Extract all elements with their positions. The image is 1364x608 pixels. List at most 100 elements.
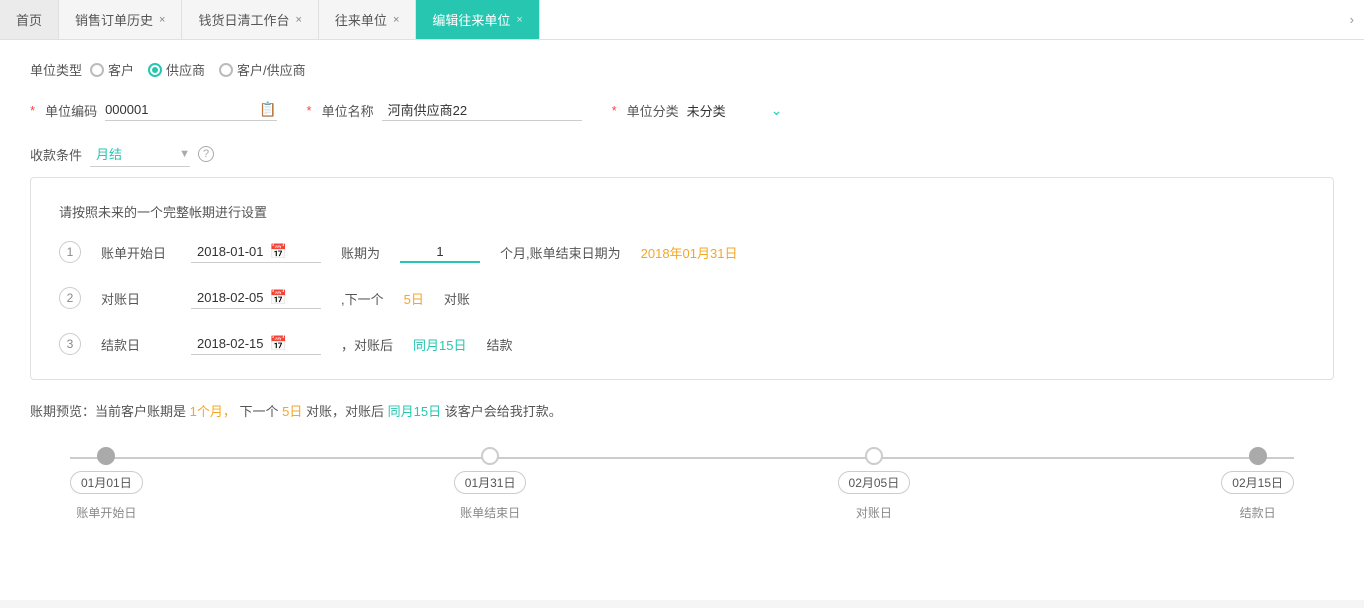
tab-more-button[interactable]: ›	[1340, 0, 1364, 39]
preview-period: 1个月，	[190, 404, 236, 419]
cat-required: *	[612, 103, 617, 118]
radio-group: 客户 供应商 客户/供应商	[90, 60, 306, 79]
close-icon[interactable]: ×	[393, 14, 399, 26]
step-1-desc-suffix: 个月,账单结束日期为	[500, 243, 621, 262]
tab-cash-work[interactable]: 钱货日清工作台 ×	[182, 0, 318, 39]
payment-row: 收款条件 月结 ▼ ?	[30, 141, 1334, 167]
step-3-desc-suffix: 结款	[486, 335, 512, 354]
code-group: * 单位编码 📋	[30, 99, 277, 121]
timeline-tag-0: 01月01日	[70, 471, 143, 494]
code-label: 单位编码	[45, 101, 97, 120]
close-icon[interactable]: ×	[295, 14, 301, 26]
name-label: 单位名称	[322, 101, 374, 120]
name-input[interactable]	[382, 99, 582, 121]
step-3-desc-prefix: ，对账后	[341, 335, 393, 354]
preview-payment-day: 同月15日	[388, 404, 441, 419]
step-3-label: 结款日	[101, 335, 171, 354]
category-select[interactable]: 未分类 ⌄	[687, 101, 783, 120]
tab-home-label: 首页	[16, 10, 42, 29]
preview-reconcile-after: 对账，对账后	[306, 404, 384, 419]
step-1-end-date: 2018年01月31日	[641, 243, 738, 262]
step-3-date-wrap: 2018-02-15 📅	[191, 333, 321, 355]
step-1-label: 账单开始日	[101, 243, 171, 262]
timeline-dot-3	[1249, 447, 1267, 465]
payment-label: 收款条件	[30, 145, 82, 164]
preview-mid: 下一个	[240, 404, 279, 419]
period-input[interactable]	[400, 242, 480, 263]
calendar-icon-1[interactable]: 📅	[270, 243, 287, 260]
timeline-nodes: 01月01日 账单开始日 01月31日 账单结束日 02月05日 对账日 02月…	[70, 447, 1294, 521]
dropdown-arrow-icon: ▼	[179, 148, 190, 160]
copy-icon[interactable]: 📋	[259, 101, 276, 118]
step-2-desc-prefix: ,下一个	[341, 289, 384, 308]
close-icon[interactable]: ×	[516, 14, 522, 26]
timeline-node-3: 02月15日 结款日	[1221, 447, 1294, 521]
timeline-dot-2	[865, 447, 883, 465]
unit-type-label: 单位类型	[30, 60, 82, 79]
step-2-date-wrap: 2018-02-05 📅	[191, 287, 321, 309]
category-value: 未分类	[687, 101, 767, 120]
preview-prefix: 账期预览：当前客户账期是	[30, 404, 186, 419]
step-3-num: 3	[59, 333, 81, 355]
payment-group: 收款条件 月结 ▼ ?	[30, 141, 214, 167]
tab-home[interactable]: 首页	[0, 0, 59, 39]
tab-edit-partner[interactable]: 编辑往来单位 ×	[416, 0, 539, 39]
step-3-highlight2: 同月15日	[413, 335, 466, 354]
close-icon[interactable]: ×	[159, 14, 165, 26]
calendar-icon-2[interactable]: 📅	[270, 289, 287, 306]
tab-partner-label: 往来单位	[335, 10, 387, 29]
help-icon[interactable]: ?	[198, 146, 214, 162]
unit-type-row: 单位类型 客户 供应商 客户/供应商	[30, 60, 1334, 79]
tab-bar: 首页 销售订单历史 × 钱货日清工作台 × 往来单位 × 编辑往来单位 × ›	[0, 0, 1364, 40]
category-group: * 单位分类 未分类 ⌄	[612, 101, 783, 120]
radio-supplier-label: 供应商	[166, 60, 205, 79]
radio-circle-supplier	[148, 63, 162, 77]
timeline-tag-3: 02月15日	[1221, 471, 1294, 494]
step-1-date-wrap: 2018-01-01 📅	[191, 241, 321, 263]
timeline: 01月01日 账单开始日 01月31日 账单结束日 02月05日 对账日 02月…	[30, 447, 1334, 521]
name-required: *	[307, 103, 312, 118]
timeline-node-1: 01月31日 账单结束日	[454, 447, 527, 521]
radio-supplier[interactable]: 供应商	[148, 60, 205, 79]
step-1-date: 2018-01-01	[197, 244, 264, 259]
radio-circle-customer	[90, 63, 104, 77]
step-2-label: 对账日	[101, 289, 171, 308]
tab-sales-history[interactable]: 销售订单历史 ×	[59, 0, 182, 39]
radio-customer[interactable]: 客户	[90, 60, 134, 79]
step-1-desc-prefix: 账期为	[341, 243, 380, 262]
step-1-row: 1 账单开始日 2018-01-01 📅 账期为 个月,账单结束日期为 2018…	[59, 241, 1305, 263]
timeline-sub-2: 对账日	[856, 504, 892, 521]
tab-edit-partner-label: 编辑往来单位	[432, 10, 510, 29]
radio-both-label: 客户/供应商	[237, 60, 306, 79]
payment-dropdown[interactable]: 月结 ▼	[90, 141, 190, 167]
step-1-num: 1	[59, 241, 81, 263]
preview-section: 账期预览：当前客户账期是 1个月， 下一个 5日 对账，对账后 同月15日 该客…	[30, 400, 1334, 423]
timeline-dot-0	[97, 447, 115, 465]
timeline-sub-1: 账单结束日	[460, 504, 520, 521]
page-content: 单位类型 客户 供应商 客户/供应商 * 单位编码	[0, 40, 1364, 600]
timeline-dot-1	[481, 447, 499, 465]
preview-suffix: 该客户会给我打款。	[445, 404, 562, 419]
radio-circle-both	[219, 63, 233, 77]
timeline-sub-3: 结款日	[1240, 504, 1276, 521]
code-required: *	[30, 103, 35, 118]
period-section: 请按照未来的一个完整帐期进行设置 1 账单开始日 2018-01-01 📅 账期…	[30, 177, 1334, 380]
name-group: * 单位名称	[307, 99, 582, 121]
step-3-date: 2018-02-15	[197, 336, 264, 351]
code-name-cat-row: * 单位编码 📋 * 单位名称 * 单位分类 未分类 ⌄	[30, 99, 1334, 121]
radio-both[interactable]: 客户/供应商	[219, 60, 306, 79]
category-label: 单位分类	[627, 101, 679, 120]
calendar-icon-3[interactable]: 📅	[270, 335, 287, 352]
timeline-tag-1: 01月31日	[454, 471, 527, 494]
step-3-row: 3 结款日 2018-02-15 📅 ，对账后 同月15日 结款	[59, 333, 1305, 355]
step-2-row: 2 对账日 2018-02-05 📅 ,下一个 5日 对账	[59, 287, 1305, 309]
code-input-wrap: 📋	[105, 99, 276, 121]
tab-partner[interactable]: 往来单位 ×	[319, 0, 416, 39]
preview-reconcile-day: 5日	[282, 404, 302, 419]
chevron-down-icon[interactable]: ⌄	[771, 102, 783, 119]
step-2-date: 2018-02-05	[197, 290, 264, 305]
tab-sales-history-label: 销售订单历史	[75, 10, 153, 29]
step-2-highlight1: 5日	[404, 289, 424, 308]
code-input[interactable]	[105, 99, 255, 120]
step-2-desc-suffix: 对账	[444, 289, 470, 308]
